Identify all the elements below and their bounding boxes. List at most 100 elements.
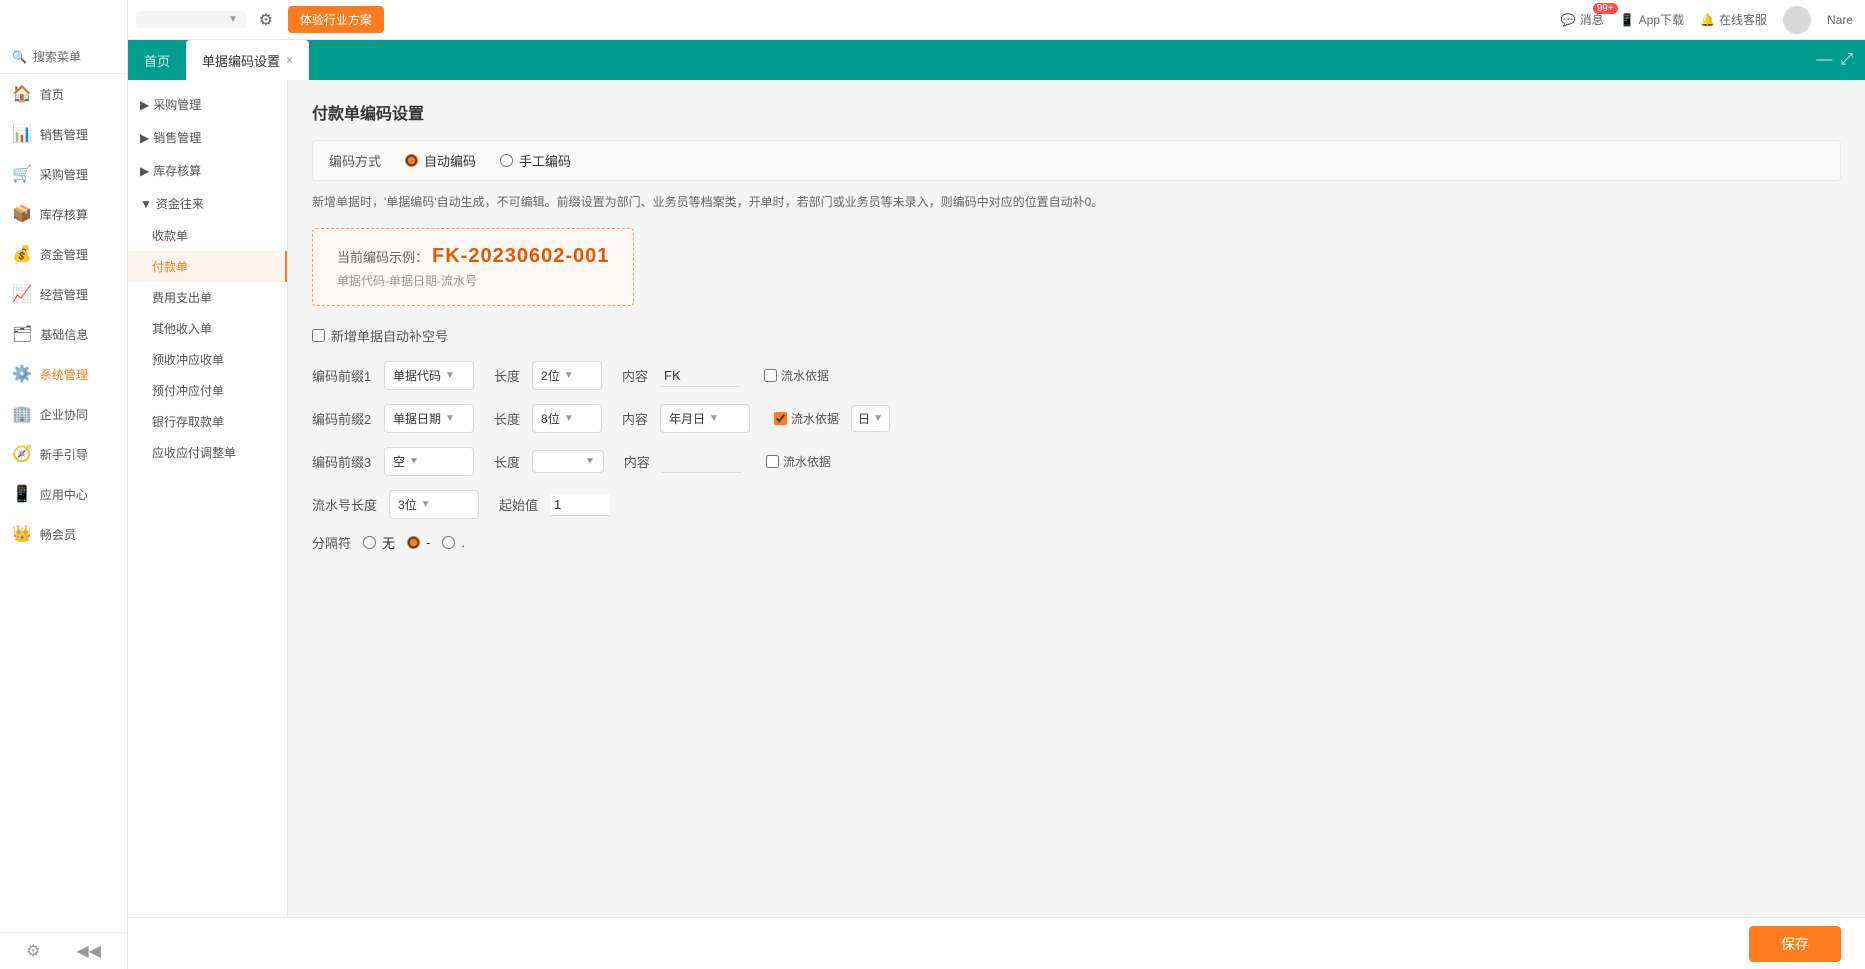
- top-bar: 畅 畅捷通好生意 插件版 ▼ ⚙ 体验行业方案 💬 消息 99+ 📱 App下载: [0, 0, 1865, 40]
- sub-menu-item-expense[interactable]: 费用支出单: [128, 282, 287, 313]
- start-value-input[interactable]: [550, 494, 610, 516]
- content1-input[interactable]: [660, 365, 740, 387]
- minimize-icon[interactable]: —: [1816, 51, 1832, 69]
- sub-menu-item-bank-deposit[interactable]: 银行存取款单: [128, 406, 287, 437]
- message-badge: 99+: [1593, 3, 1618, 14]
- prefix1-label: 编码前缀1: [312, 366, 372, 385]
- experience-button[interactable]: 体验行业方案: [288, 6, 384, 33]
- sub-menu-sales-header[interactable]: ▶ 销售管理: [128, 121, 287, 154]
- sidebar-item-guide[interactable]: 🧭 新手引导: [0, 434, 127, 474]
- settings-footer-icon[interactable]: ⚙: [26, 941, 40, 961]
- stream1-checkbox[interactable]: [764, 369, 777, 382]
- enterprise-icon: 🏢: [12, 404, 32, 424]
- sub-group-sales: ▶ 销售管理: [128, 121, 287, 154]
- sidebar-item-enterprise[interactable]: 🏢 企业协同: [0, 394, 127, 434]
- length2-select[interactable]: 8位 ▼: [532, 404, 602, 433]
- preview-code: FK-20230602-001: [432, 245, 609, 268]
- system-icon: ⚙️: [12, 364, 32, 384]
- sidebar-item-operation[interactable]: 📈 经营管理: [0, 274, 127, 314]
- sidebar-item-system[interactable]: ⚙️ 系统管理: [0, 354, 127, 394]
- select3-arrow-icon: ▼: [409, 456, 419, 467]
- sidebar-item-home[interactable]: 🏠 首页: [0, 74, 127, 114]
- maximize-icon[interactable]: ⤢: [1840, 51, 1853, 69]
- tab-home[interactable]: 首页: [128, 40, 186, 80]
- manual-code-radio[interactable]: [500, 154, 513, 167]
- save-button[interactable]: 保存: [1749, 926, 1841, 962]
- stream3-checkbox[interactable]: [766, 455, 779, 468]
- content2-arrow-icon: ▼: [709, 413, 719, 424]
- search-icon: 🔍: [12, 50, 27, 64]
- app-icon: 📱: [1620, 13, 1635, 27]
- sidebar-item-member[interactable]: 👑 畅会员: [0, 514, 127, 554]
- user-avatar[interactable]: [1783, 6, 1811, 34]
- sub-menu-purchase-header[interactable]: ▶ 采购管理: [128, 88, 287, 121]
- app-download-button[interactable]: 📱 App下载: [1620, 11, 1684, 28]
- encoding-mode-bar: 编码方式 自动编码 手工编码: [312, 140, 1841, 181]
- guide-icon: 🧭: [12, 444, 32, 464]
- day-select[interactable]: 日 ▼: [851, 405, 890, 432]
- sidebar-item-finance[interactable]: 💰 资金管理: [0, 234, 127, 274]
- length1-select[interactable]: 2位 ▼: [532, 361, 602, 390]
- content2-select[interactable]: 年月日 ▼: [660, 404, 750, 433]
- prefix1-row: 编码前缀1 单据代码 ▼ 长度 2位 ▼ 内容 流水依据: [312, 361, 1841, 390]
- stream1-row: 流水依据: [764, 367, 829, 384]
- chevron-right-icon: ▶: [140, 98, 149, 112]
- home-icon: 🏠: [12, 84, 32, 104]
- length1-arrow-icon: ▼: [564, 370, 574, 381]
- prefix2-select[interactable]: 单据日期 ▼: [384, 404, 474, 433]
- sidebar-search[interactable]: 🔍 搜索菜单: [0, 40, 127, 74]
- preview-box: 当前编码示例： FK-20230602-001 单据代码-单据日期-流水号: [312, 228, 634, 306]
- manual-code-option[interactable]: 手工编码: [500, 151, 571, 170]
- prefix2-row: 编码前缀2 单据日期 ▼ 长度 8位 ▼ 内容 年月日 ▼ 流水依据 日 ▼: [312, 404, 1841, 433]
- sep-dash-radio[interactable]: [407, 536, 420, 549]
- online-service-button[interactable]: 🔔 在线客服: [1700, 11, 1767, 28]
- finance-icon: 💰: [12, 244, 32, 264]
- auto-fill-checkbox[interactable]: [312, 329, 325, 342]
- stream2-checkbox[interactable]: [774, 412, 787, 425]
- sep-none-option[interactable]: 无: [363, 533, 395, 552]
- length3-select[interactable]: ▼: [532, 450, 604, 473]
- sidebar-item-inventory[interactable]: 📦 库存核算: [0, 194, 127, 234]
- sub-menu-item-advance-payment[interactable]: 预付冲应付单: [128, 375, 287, 406]
- sub-sidebar: ▶ 采购管理 ▶ 销售管理 ▶ 库存核算 ▼ 资金往来 收款单: [128, 80, 288, 969]
- content3-label: 内容: [624, 452, 650, 471]
- sub-menu-inventory-header[interactable]: ▶ 库存核算: [128, 154, 287, 187]
- main-content: ▶ 采购管理 ▶ 销售管理 ▶ 库存核算 ▼ 资金往来 收款单: [128, 80, 1865, 969]
- sub-menu-item-advance-receipt[interactable]: 预收冲应收单: [128, 344, 287, 375]
- sep-dot-radio[interactable]: [442, 536, 455, 549]
- sub-menu-item-adjustment[interactable]: 应收应付调整单: [128, 437, 287, 468]
- sub-menu-finance-header[interactable]: ▼ 资金往来: [128, 187, 287, 220]
- sidebar-item-sales[interactable]: 📊 销售管理: [0, 114, 127, 154]
- stream-length-row: 流水号长度 3位 ▼ 起始值: [312, 490, 1841, 519]
- content3-input[interactable]: [662, 451, 742, 473]
- member-icon: 👑: [12, 524, 32, 544]
- top-bar-right: 💬 消息 99+ 📱 App下载 🔔 在线客服 Nare: [1561, 6, 1853, 34]
- sub-menu-item-payment[interactable]: 付款单: [128, 251, 287, 282]
- top-controls: ▼ ⚙: [136, 6, 280, 34]
- length2-label: 长度: [494, 409, 520, 428]
- sub-menu-item-receipt[interactable]: 收款单: [128, 220, 287, 251]
- collapse-icon[interactable]: ◀◀: [76, 941, 101, 961]
- tab-encoding-settings[interactable]: 单据编码设置 ×: [186, 40, 309, 80]
- sidebar-item-apps[interactable]: 📱 应用中心: [0, 474, 127, 514]
- message-button[interactable]: 💬 消息 99+: [1561, 11, 1604, 28]
- stream-length-select[interactable]: 3位 ▼: [389, 490, 479, 519]
- auto-fill-row: 新增单据自动补空号: [312, 326, 1841, 345]
- gear-button[interactable]: ⚙: [252, 6, 280, 34]
- tab-close-icon[interactable]: ×: [286, 53, 293, 67]
- prefix1-select[interactable]: 单据代码 ▼: [384, 361, 474, 390]
- auto-code-option[interactable]: 自动编码: [405, 151, 476, 170]
- sub-menu-item-other-income[interactable]: 其他收入单: [128, 313, 287, 344]
- auto-fill-label: 新增单据自动补空号: [331, 326, 448, 345]
- stream3-row: 流水依据: [766, 453, 831, 470]
- sep-dash-option[interactable]: -: [407, 535, 430, 550]
- sub-group-purchase: ▶ 采购管理: [128, 88, 287, 121]
- sep-dot-option[interactable]: .: [442, 535, 465, 550]
- prefix3-select[interactable]: 空 ▼: [384, 447, 474, 476]
- search-bar-mini[interactable]: ▼: [136, 11, 246, 28]
- length2-arrow-icon: ▼: [564, 413, 574, 424]
- sidebar-item-basic[interactable]: 🗂 基础信息: [0, 314, 127, 354]
- sidebar-item-purchase[interactable]: 🛒 采购管理: [0, 154, 127, 194]
- auto-code-radio[interactable]: [405, 154, 418, 167]
- sep-none-radio[interactable]: [363, 536, 376, 549]
